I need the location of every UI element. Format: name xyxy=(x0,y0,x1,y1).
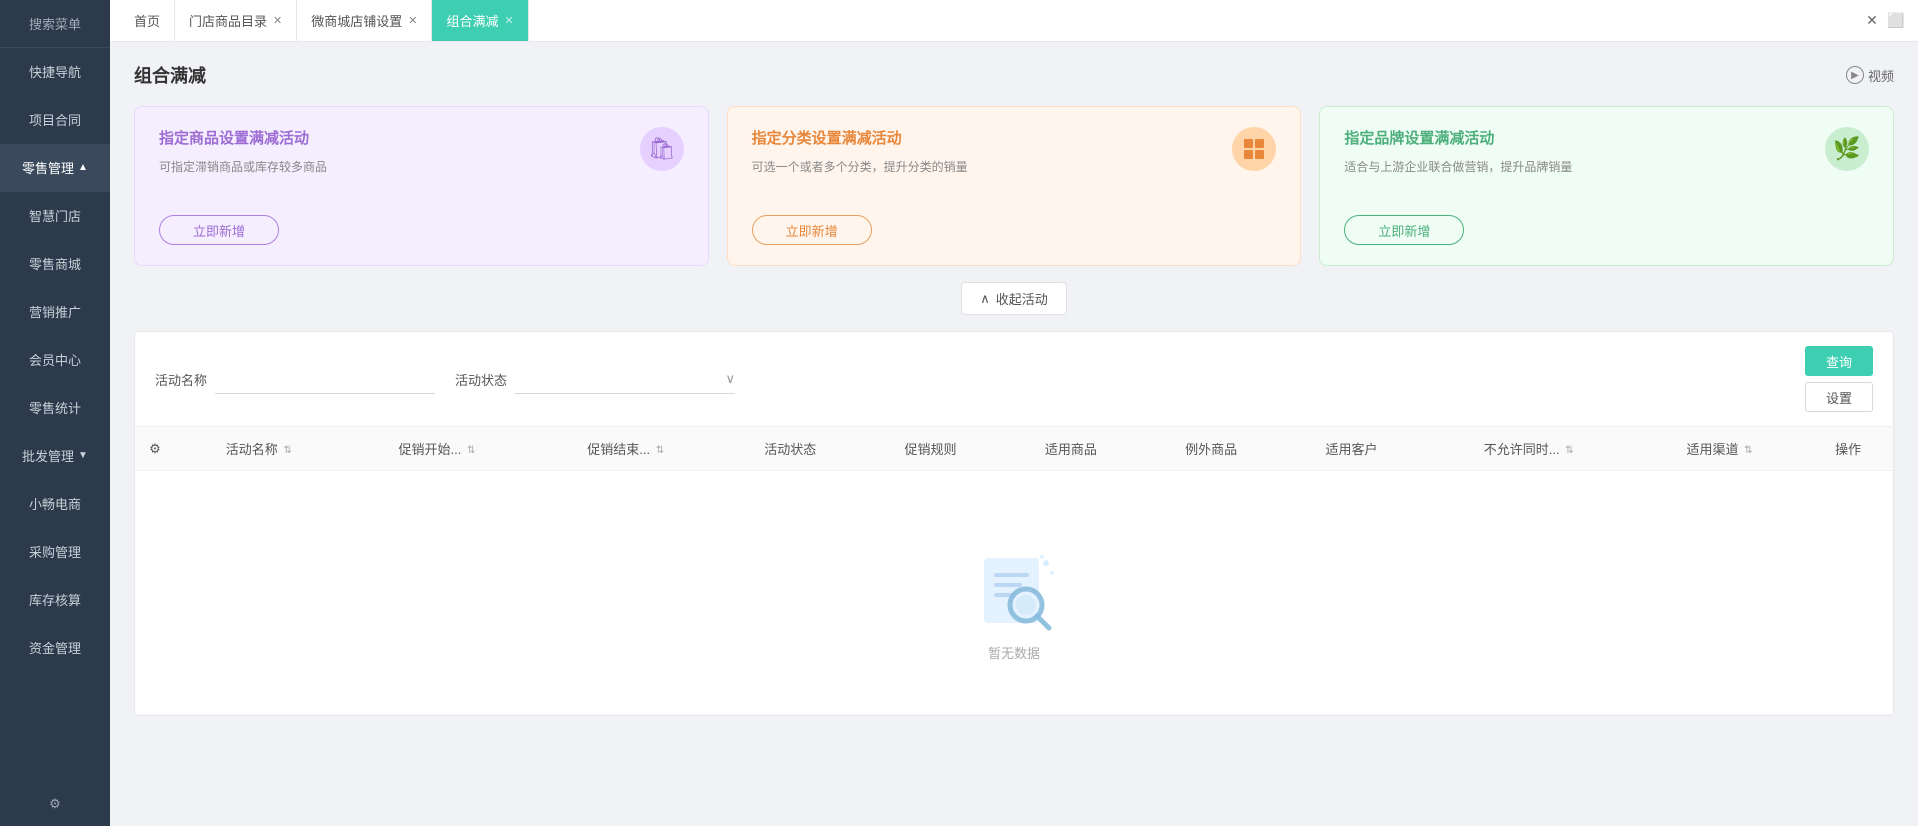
sidebar-item-wholesale-mgmt[interactable]: 批发管理 ▼ xyxy=(0,432,110,480)
table-body: 暂无数据 xyxy=(135,471,1893,715)
filter-name-input[interactable] xyxy=(215,364,435,394)
sidebar-item-smart-store[interactable]: 智慧门店 xyxy=(0,192,110,240)
sort-icon: ⇅ xyxy=(283,445,291,456)
tab-home[interactable]: 首页 xyxy=(120,0,175,41)
th-channel[interactable]: 适用渠道 ⇅ xyxy=(1636,427,1804,471)
promo-card-brand: 指定品牌设置满减活动 适合与上游企业联合做营销，提升品牌销量 🌿 立即新增 xyxy=(1319,106,1894,266)
promo-cards-row: 指定商品设置满减活动 可指定滞销商品或库存较多商品 🛍 立即新增 指定分类设置满… xyxy=(134,106,1894,266)
sort-icon: ⇅ xyxy=(656,445,664,456)
collapse-bar: ∧ 收起活动 xyxy=(134,282,1894,315)
empty-state: 暂无数据 xyxy=(145,483,1883,702)
promo-card-category: 指定分类设置满减活动 可选一个或者多个分类，提升分类的销量 立即新增 xyxy=(727,106,1302,266)
th-status: 活动状态 xyxy=(720,427,860,471)
tab-mini-store-settings[interactable]: 微商城店铺设置 ✕ xyxy=(297,0,432,41)
tab-combo-discount[interactable]: 组合满减 ✕ xyxy=(432,0,528,41)
page-title: 组合满减 xyxy=(134,62,206,88)
th-end[interactable]: 促销结束... ⇅ xyxy=(531,427,720,471)
sort-icon: ⇅ xyxy=(467,445,475,456)
goods-icon: 🛍 xyxy=(640,127,684,171)
promo-card-goods-desc: 可指定滞销商品或库存较多商品 xyxy=(159,158,684,201)
th-rule: 促销规则 xyxy=(860,427,1000,471)
sort-icon: ⇅ xyxy=(1744,445,1752,456)
filter-status-label: 活动状态 xyxy=(455,370,507,389)
filter-row: 活动名称 活动状态 ∨ 查询 设置 xyxy=(135,332,1893,427)
th-start[interactable]: 促销开始... ⇅ xyxy=(343,427,532,471)
query-button[interactable]: 查询 xyxy=(1805,346,1873,376)
filter-name-label: 活动名称 xyxy=(155,370,207,389)
sidebar-search[interactable]: 搜索菜单 xyxy=(0,0,110,48)
empty-text: 暂无数据 xyxy=(988,643,1040,662)
chevron-up-icon: ∧ xyxy=(980,291,990,307)
sidebar-item-inventory-calc[interactable]: 库存核算 xyxy=(0,576,110,624)
filter-name-item: 活动名称 xyxy=(155,364,435,394)
sidebar-item-quick-nav[interactable]: 快捷导航 xyxy=(0,48,110,96)
th-customer: 适用客户 xyxy=(1281,427,1421,471)
th-gear[interactable]: ⚙ xyxy=(135,427,175,471)
sidebar: 搜索菜单 快捷导航 项目合同 零售管理 ▲ 智慧门店 零售商城 营销推广 会员中… xyxy=(0,0,110,826)
filter-status-item: 活动状态 ∨ xyxy=(455,364,735,394)
setting-button[interactable]: 设置 xyxy=(1805,382,1873,412)
sidebar-item-finance-mgmt[interactable]: 资金管理 xyxy=(0,624,110,672)
table-container: ⚙ 活动名称 ⇅ 促销开始... ⇅ 促销结束... ⇅ xyxy=(135,427,1893,715)
sidebar-item-retail-mall[interactable]: 零售商城 xyxy=(0,240,110,288)
promo-card-category-title: 指定分类设置满减活动 xyxy=(752,127,1277,148)
chevron-up-icon: ▲ xyxy=(78,162,88,173)
th-goods: 适用商品 xyxy=(1001,427,1141,471)
settings-icon[interactable]: ⚙ xyxy=(0,782,110,826)
sidebar-item-xiaochange-ecom[interactable]: 小畅电商 xyxy=(0,480,110,528)
th-no-overlap[interactable]: 不允许同时... ⇅ xyxy=(1422,427,1636,471)
th-name[interactable]: 活动名称 ⇅ xyxy=(175,427,343,471)
add-category-discount-button[interactable]: 立即新增 xyxy=(752,215,872,245)
sidebar-item-marketing[interactable]: 营销推广 xyxy=(0,288,110,336)
sidebar-item-retail-stats[interactable]: 零售统计 xyxy=(0,384,110,432)
filter-and-table: 活动名称 活动状态 ∨ 查询 设置 xyxy=(134,331,1894,716)
maximize-button[interactable]: ⬜ xyxy=(1888,13,1904,29)
chevron-down-icon: ∨ xyxy=(726,371,736,387)
sidebar-item-member-center[interactable]: 会员中心 xyxy=(0,336,110,384)
tab-close-store-catalog[interactable]: ✕ xyxy=(273,14,282,27)
sidebar-item-purchase-mgmt[interactable]: 采购管理 xyxy=(0,528,110,576)
close-button[interactable]: ✕ xyxy=(1864,13,1880,29)
promo-card-goods: 指定商品设置满减活动 可指定滞销商品或库存较多商品 🛍 立即新增 xyxy=(134,106,709,266)
window-controls: ✕ ⬜ xyxy=(1864,13,1908,29)
content-area: 组合满减 ▶ 视频 指定商品设置满减活动 可指定滞销商品或库存较多商品 🛍 立即… xyxy=(110,42,1918,826)
tab-close-combo-discount[interactable]: ✕ xyxy=(505,14,514,27)
tab-close-mini-store-settings[interactable]: ✕ xyxy=(408,14,417,27)
add-brand-discount-button[interactable]: 立即新增 xyxy=(1344,215,1464,245)
promo-card-brand-desc: 适合与上游企业联合做营销，提升品牌销量 xyxy=(1344,158,1869,201)
empty-row: 暂无数据 xyxy=(135,471,1893,715)
promo-card-brand-title: 指定品牌设置满减活动 xyxy=(1344,127,1869,148)
video-link[interactable]: ▶ 视频 xyxy=(1846,66,1894,85)
main-area: 首页 门店商品目录 ✕ 微商城店铺设置 ✕ 组合满减 ✕ ✕ ⬜ 组合满减 ▶ … xyxy=(110,0,1918,826)
page-header: 组合满减 ▶ 视频 xyxy=(134,62,1894,88)
tab-bar: 首页 门店商品目录 ✕ 微商城店铺设置 ✕ 组合满减 ✕ ✕ ⬜ xyxy=(110,0,1918,42)
brand-icon: 🌿 xyxy=(1825,127,1869,171)
promo-card-goods-title: 指定商品设置满减活动 xyxy=(159,127,684,148)
tab-store-catalog[interactable]: 门店商品目录 ✕ xyxy=(175,0,297,41)
data-table: ⚙ 活动名称 ⇅ 促销开始... ⇅ 促销结束... ⇅ xyxy=(135,427,1893,715)
filter-buttons: 查询 设置 xyxy=(1805,346,1873,412)
sidebar-item-project-contract[interactable]: 项目合同 xyxy=(0,96,110,144)
chevron-down-icon: ▼ xyxy=(78,450,88,461)
promo-card-category-desc: 可选一个或者多个分类，提升分类的销量 xyxy=(752,158,1277,201)
sidebar-item-retail-mgmt[interactable]: 零售管理 ▲ xyxy=(0,144,110,192)
th-except-goods: 例外商品 xyxy=(1141,427,1281,471)
play-icon: ▶ xyxy=(1846,66,1864,84)
add-goods-discount-button[interactable]: 立即新增 xyxy=(159,215,279,245)
empty-illustration xyxy=(964,543,1064,643)
table-header-row: ⚙ 活动名称 ⇅ 促销开始... ⇅ 促销结束... ⇅ xyxy=(135,427,1893,471)
filter-status-select[interactable]: ∨ xyxy=(515,364,735,394)
sort-icon: ⇅ xyxy=(1565,445,1573,456)
th-action: 操作 xyxy=(1803,427,1893,471)
empty-cell: 暂无数据 xyxy=(135,471,1893,715)
collapse-activities-button[interactable]: ∧ 收起活动 xyxy=(961,282,1067,315)
